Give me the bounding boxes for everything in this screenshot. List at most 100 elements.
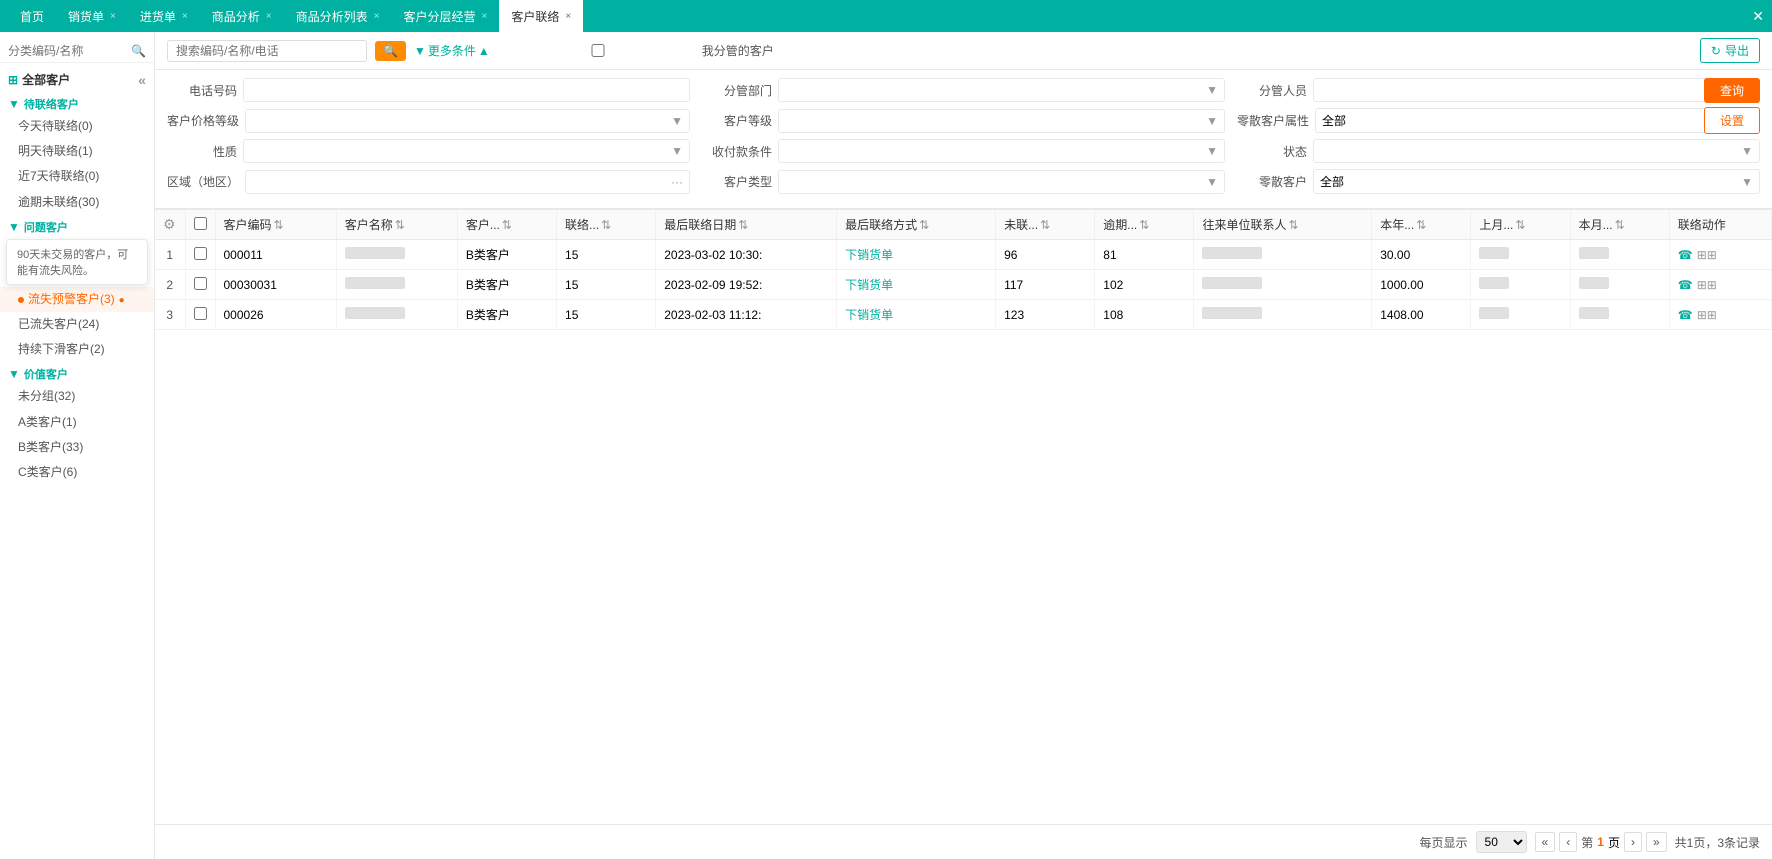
filter-select-2-0[interactable]: ▼ bbox=[243, 139, 690, 163]
row-uncontacted-2: 123 bbox=[996, 300, 1095, 330]
sidebar-item-2-0[interactable]: 未分组(32) bbox=[0, 384, 154, 409]
tab-close-商品分析[interactable]: × bbox=[266, 11, 272, 22]
close-all-tabs-btn[interactable]: ✕ bbox=[1752, 8, 1764, 25]
per-page-select[interactable]: 50 100 200 bbox=[1476, 831, 1527, 853]
col-header-thisMonth[interactable]: 本月...⇅ bbox=[1570, 210, 1669, 240]
row-contact2-0 bbox=[1194, 240, 1372, 270]
tab-客户联络[interactable]: 客户联络× bbox=[499, 0, 583, 32]
my-customers-checkbox[interactable] bbox=[498, 44, 698, 57]
tab-close-商品分析列表[interactable]: × bbox=[374, 11, 380, 22]
sidebar-item-0-0[interactable]: 今天待联络(0) bbox=[0, 114, 154, 139]
filter-label-2-0: 性质 bbox=[167, 143, 237, 160]
action-icon-more-1[interactable]: ⊞⊞ bbox=[1697, 278, 1717, 292]
sidebar-section-title-2[interactable]: ▼价值客户 bbox=[0, 362, 154, 384]
sidebar-item-0-1[interactable]: 明天待联络(1) bbox=[0, 139, 154, 164]
tab-close-客户联络[interactable]: × bbox=[565, 11, 571, 22]
sidebar-item-0-3[interactable]: 逾期未联络(30) bbox=[0, 190, 154, 215]
row-contact-2: 15 bbox=[557, 300, 656, 330]
filter-cell-0-0: 电话号码 bbox=[167, 78, 690, 102]
filter-select-2-1[interactable]: ▼ bbox=[778, 139, 1225, 163]
action-icon-phone-2[interactable]: ☎ bbox=[1678, 308, 1693, 322]
tab-商品分析列表[interactable]: 商品分析列表× bbox=[284, 0, 392, 32]
sort-icon-overdue: ⇅ bbox=[1139, 218, 1149, 232]
row-this-year-1: 1000.00 bbox=[1372, 270, 1471, 300]
col-header-thisYear[interactable]: 本年...⇅ bbox=[1372, 210, 1471, 240]
col-header-lastDate[interactable]: 最后联络日期⇅ bbox=[656, 210, 837, 240]
sidebar-search-input[interactable] bbox=[8, 44, 131, 58]
filter-select-2-2[interactable]: ▼ bbox=[1313, 139, 1760, 163]
export-button[interactable]: ↻ 导出 bbox=[1700, 38, 1760, 63]
filter-label-1-1: 客户等级 bbox=[702, 112, 772, 129]
blurred-last-month-1 bbox=[1479, 277, 1509, 289]
select-all-checkbox[interactable] bbox=[194, 217, 207, 230]
action-icon-phone-1[interactable]: ☎ bbox=[1678, 278, 1693, 292]
action-icon-more-2[interactable]: ⊞⊞ bbox=[1697, 308, 1717, 322]
sidebar-item-1-0[interactable]: 流失预警客户(3)● bbox=[0, 287, 154, 312]
col-header-contact2[interactable]: 往来单位联系人⇅ bbox=[1194, 210, 1372, 240]
sidebar-item-1-1[interactable]: 已流失客户(24) bbox=[0, 312, 154, 337]
first-page-btn[interactable]: « bbox=[1535, 832, 1556, 852]
next-page-btn[interactable]: › bbox=[1624, 832, 1642, 852]
filter-select-1-2[interactable]: 全部▼ bbox=[1315, 108, 1760, 133]
col-header-overdue[interactable]: 逾期...⇅ bbox=[1095, 210, 1194, 240]
col-header-name[interactable]: 客户名称⇅ bbox=[336, 210, 457, 240]
tab-销货单[interactable]: 销货单× bbox=[56, 0, 128, 32]
blurred-last-month-2 bbox=[1479, 307, 1509, 319]
tab-客户分层经营[interactable]: 客户分层经营× bbox=[391, 0, 499, 32]
tab-close-销货单[interactable]: × bbox=[110, 11, 116, 22]
prev-page-btn[interactable]: ‹ bbox=[1559, 832, 1577, 852]
last-method-link-1[interactable]: 下销货单 bbox=[845, 278, 893, 292]
col-header-lastMonth[interactable]: 上月...⇅ bbox=[1471, 210, 1570, 240]
more-conditions-btn[interactable]: ▼ 更多条件 ▲ bbox=[414, 42, 490, 59]
filter-select-0-1[interactable]: ▼ bbox=[778, 78, 1225, 102]
last-method-link-2[interactable]: 下销货单 bbox=[845, 308, 893, 322]
action-icon-phone-0[interactable]: ☎ bbox=[1678, 248, 1693, 262]
sidebar-item-1-2[interactable]: 持续下滑客户(2) bbox=[0, 337, 154, 362]
filter-select-3-1[interactable]: ▼ bbox=[778, 170, 1225, 194]
sidebar-item-2-2[interactable]: B类客户(33) bbox=[0, 435, 154, 460]
blurred-contact2-0 bbox=[1202, 247, 1262, 259]
filter-more-3-0[interactable]: ··· bbox=[245, 170, 690, 194]
row-contact-1: 15 bbox=[557, 270, 656, 300]
query-button[interactable]: 查询 bbox=[1704, 78, 1760, 103]
filter-select-more-0-2[interactable]: ··· bbox=[1313, 78, 1760, 102]
settings-gear-icon[interactable]: ⚙ bbox=[163, 216, 176, 232]
tab-首页[interactable]: 首页 bbox=[8, 0, 56, 32]
sort-icon-lastMonth: ⇅ bbox=[1515, 218, 1525, 232]
row-last-method-2[interactable]: 下销货单 bbox=[837, 300, 996, 330]
sidebar-item-2-3[interactable]: C类客户(6) bbox=[0, 460, 154, 485]
tab-商品分析[interactable]: 商品分析× bbox=[200, 0, 284, 32]
sidebar-item-0-2[interactable]: 近7天待联络(0) bbox=[0, 164, 154, 189]
col-header-uncontacted[interactable]: 未联...⇅ bbox=[996, 210, 1095, 240]
row-checkbox-2[interactable] bbox=[185, 300, 215, 330]
tab-close-客户分层经营[interactable]: × bbox=[481, 11, 487, 22]
row-last-method-1[interactable]: 下销货单 bbox=[837, 270, 996, 300]
col-header-checkbox bbox=[185, 210, 215, 240]
tab-进货单[interactable]: 进货单× bbox=[128, 0, 200, 32]
col-header-contact[interactable]: 联络...⇅ bbox=[557, 210, 656, 240]
col-header-lastMethod[interactable]: 最后联络方式⇅ bbox=[837, 210, 996, 240]
blurred-this-month-0 bbox=[1579, 247, 1609, 259]
tab-close-进货单[interactable]: × bbox=[182, 11, 188, 22]
all-customers-header[interactable]: ⊞ 全部客户 « bbox=[0, 67, 154, 92]
row-last-method-0[interactable]: 下销货单 bbox=[837, 240, 996, 270]
last-page-btn[interactable]: » bbox=[1646, 832, 1667, 852]
last-method-link-0[interactable]: 下销货单 bbox=[845, 248, 893, 262]
filter-select-3-2[interactable]: 全部▼ bbox=[1313, 169, 1760, 194]
row-checkbox-1[interactable] bbox=[185, 270, 215, 300]
search-input[interactable] bbox=[167, 40, 367, 62]
page-label: 页 bbox=[1608, 834, 1620, 851]
filter-input-0-0[interactable] bbox=[243, 78, 690, 102]
col-header-code[interactable]: 客户编码⇅ bbox=[215, 210, 336, 240]
sidebar-section-title-1[interactable]: ▼问题客户 bbox=[0, 215, 154, 237]
col-header-type[interactable]: 客户...⇅ bbox=[457, 210, 556, 240]
sidebar-section-title-0[interactable]: ▼待联络客户 bbox=[0, 92, 154, 114]
sidebar-item-2-1[interactable]: A类客户(1) bbox=[0, 410, 154, 435]
action-icon-more-0[interactable]: ⊞⊞ bbox=[1697, 248, 1717, 262]
sidebar: 🔍 ⊞ 全部客户 « ▼待联络客户今天待联络(0)明天待联络(1)近7天待联络(… bbox=[0, 32, 155, 859]
filter-select-1-1[interactable]: ▼ bbox=[778, 109, 1225, 133]
row-checkbox-0[interactable] bbox=[185, 240, 215, 270]
filter-select-1-0[interactable]: ▼ bbox=[245, 109, 690, 133]
search-button[interactable]: 🔍 bbox=[375, 41, 406, 61]
settings-button[interactable]: 设置 bbox=[1704, 107, 1760, 134]
